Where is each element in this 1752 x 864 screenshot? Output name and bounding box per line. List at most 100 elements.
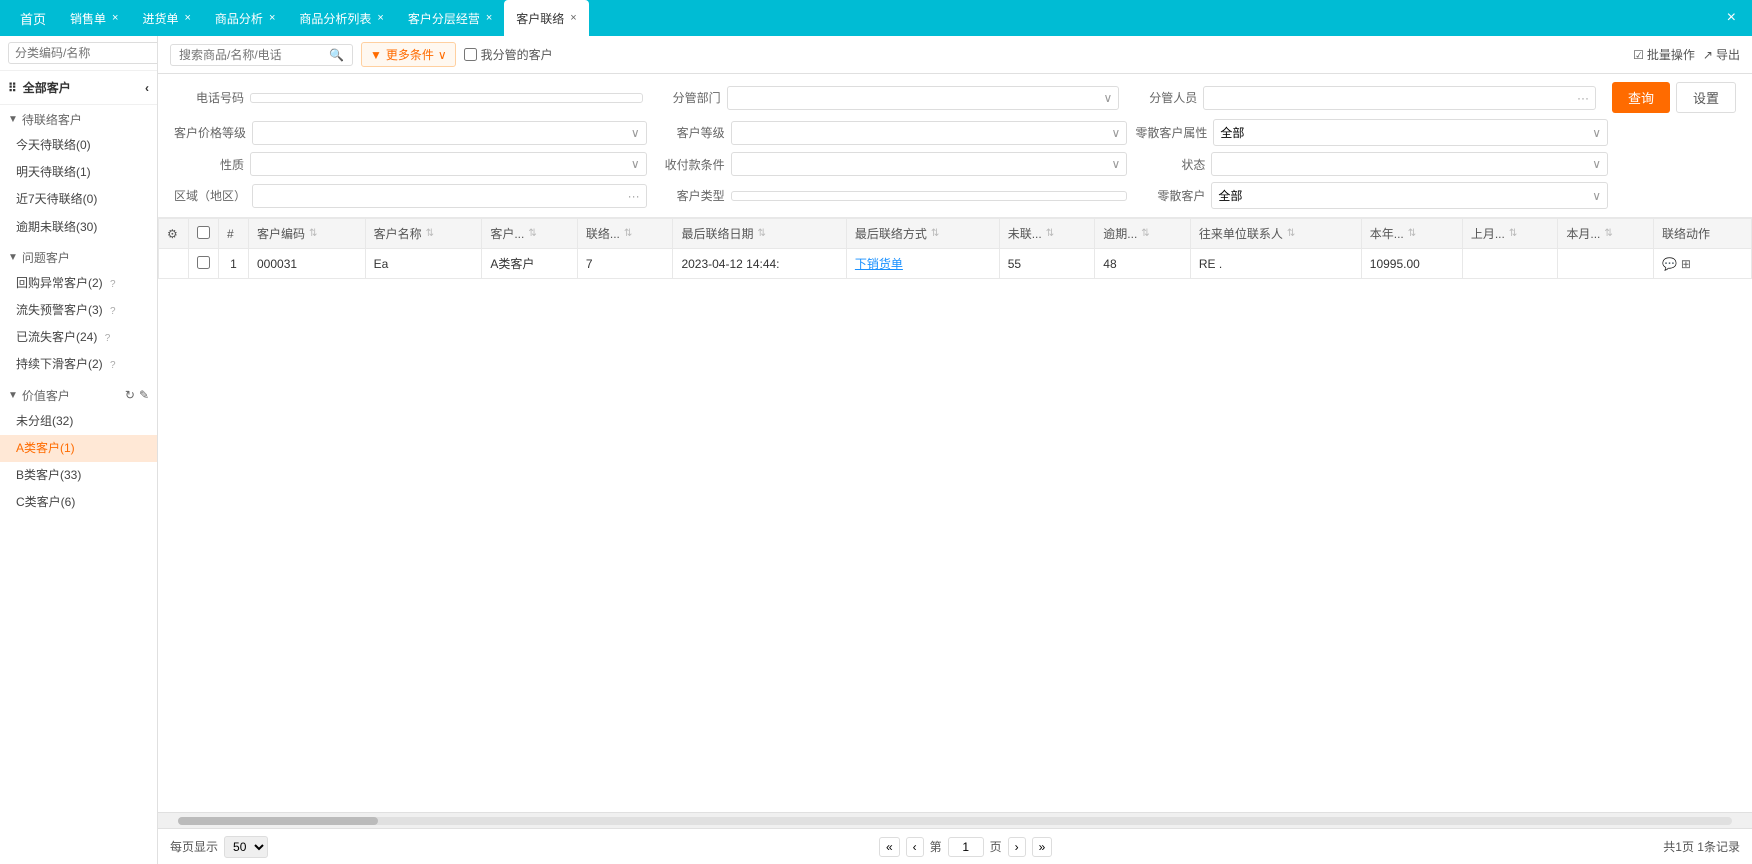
close-icon[interactable]: ×	[377, 12, 383, 24]
sidebar-item-unclassified[interactable]: 未分组(32)	[0, 408, 157, 435]
filter-type-label: 客户类型	[655, 187, 725, 204]
page-size-select[interactable]: 50	[224, 836, 268, 858]
filter-customer-level: 客户等级 ∨	[655, 121, 1128, 145]
sidebar-search-input[interactable]	[8, 42, 158, 64]
sidebar-item-churn-warning[interactable]: 流失预警客户(3) ?	[0, 297, 157, 324]
nav-home[interactable]: 首页	[8, 0, 58, 36]
sort-icon[interactable]: ⇅	[931, 228, 939, 239]
filter-level-select[interactable]: ∨	[731, 121, 1128, 145]
horizontal-scrollbar[interactable]	[158, 812, 1752, 828]
filter-price-select[interactable]: ∨	[252, 121, 647, 145]
close-icon-active[interactable]: ×	[570, 12, 576, 24]
query-button[interactable]: 查询	[1612, 82, 1670, 113]
filter-dept-label: 分管部门	[651, 89, 721, 106]
filter-person-input[interactable]: ···	[1203, 86, 1596, 110]
first-page-button[interactable]: «	[879, 837, 900, 857]
nav-purchase[interactable]: 进货单 ×	[130, 0, 202, 36]
nav-product-analysis-list[interactable]: 商品分析列表 ×	[287, 0, 395, 36]
close-icon[interactable]: ×	[486, 12, 492, 24]
sidebar-item-tomorrow[interactable]: 明天待联络(1)	[0, 159, 157, 186]
sidebar-item-b-class[interactable]: B类客户(33)	[0, 462, 157, 489]
sort-icon[interactable]: ⇅	[757, 228, 765, 239]
sidebar-group-header-pending[interactable]: ▼ 待联络客户	[0, 107, 157, 132]
export-button[interactable]: ↗ 导出	[1703, 46, 1740, 63]
filter-scatter-cust-select[interactable]: 全部 ∨	[1211, 182, 1608, 209]
row-last-method: 下销货单	[846, 249, 999, 279]
sort-icon[interactable]: ⇅	[1408, 228, 1416, 239]
sort-icon[interactable]: ⇅	[1287, 228, 1295, 239]
refresh-icon[interactable]: ↻	[125, 388, 135, 402]
chevron-left-icon: ‹	[145, 81, 149, 95]
sidebar-item-declining[interactable]: 持续下滑客户(2) ?	[0, 351, 157, 378]
help-icon: ?	[110, 279, 116, 290]
sort-icon[interactable]: ⇅	[1604, 228, 1612, 239]
sidebar-item-7days[interactable]: 近7天待联络(0)	[0, 186, 157, 213]
filter-type-input[interactable]	[731, 191, 1128, 201]
select-all-checkbox[interactable]	[197, 226, 210, 239]
sidebar-group-header-problem[interactable]: ▼ 问题客户	[0, 245, 157, 270]
close-icon[interactable]: ×	[269, 12, 275, 24]
filter-row-3: 性质 ∨ 收付款条件 ∨ 状态 ∨	[174, 152, 1736, 176]
table-row: 1 000031 Ea A类客户 7 2023-04-12 14:44: 下销货…	[159, 249, 1752, 279]
filter-row-1: 电话号码 分管部门 ∨ 分管人员 ··· 查询 设置	[174, 82, 1736, 113]
sidebar-item-today[interactable]: 今天待联络(0)	[0, 132, 157, 159]
more-conditions-button[interactable]: ▼ 更多条件 ∨	[361, 42, 456, 67]
advanced-filters: 电话号码 分管部门 ∨ 分管人员 ··· 查询 设置	[158, 74, 1752, 218]
sidebar-item-churned[interactable]: 已流失客户(24) ?	[0, 324, 157, 351]
col-this-year: 本年...⇅	[1361, 219, 1462, 249]
last-page-button[interactable]: »	[1032, 837, 1053, 857]
qr-icon[interactable]: ⊞	[1681, 257, 1691, 271]
sort-icon[interactable]: ⇅	[426, 228, 434, 239]
batch-action-button[interactable]: ☑ 批量操作	[1633, 46, 1695, 63]
my-customers-checkbox-area[interactable]: 我分管的客户	[464, 46, 553, 63]
filter-scatter-select[interactable]: 全部 ∨	[1213, 119, 1608, 146]
sort-icon[interactable]: ⇅	[309, 228, 317, 239]
nav-sales[interactable]: 销售单 ×	[58, 0, 130, 36]
triangle-icon: ▼	[8, 390, 18, 401]
filter-row-4: 区域（地区） ··· 客户类型 零散客户 全部 ∨	[174, 182, 1736, 209]
last-method-link[interactable]: 下销货单	[855, 257, 903, 271]
sidebar-all-customers[interactable]: ⠿ 全部客户 ‹	[0, 71, 157, 105]
page-number-input[interactable]	[948, 837, 984, 857]
sort-icon[interactable]: ⇅	[528, 228, 536, 239]
edit-icon[interactable]: ✎	[139, 388, 149, 402]
nav-customer-contact[interactable]: 客户联络 ×	[504, 0, 588, 36]
sidebar-group-header-value[interactable]: ▼ 价值客户 ↻ ✎	[0, 383, 157, 408]
sidebar-item-a-class[interactable]: A类客户(1)	[0, 435, 157, 462]
scrollbar-thumb[interactable]	[178, 817, 378, 825]
sidebar: 🔍 ⠿ 全部客户 ‹ ▼ 待联络客户 今天待联络(0) 明天待联络(1) 近7天…	[0, 36, 158, 864]
chat-icon[interactable]: 💬	[1662, 257, 1677, 271]
filter-customer-type: 客户类型	[655, 187, 1128, 204]
filter-status-select[interactable]: ∨	[1211, 152, 1608, 176]
batch-icon: ☑	[1633, 48, 1644, 62]
sidebar-item-overdue[interactable]: 逾期未联络(30)	[0, 214, 157, 241]
filter-search-box[interactable]: 🔍	[170, 44, 353, 66]
close-icon[interactable]: ×	[112, 12, 118, 24]
next-page-button[interactable]: ›	[1008, 837, 1026, 857]
my-customers-checkbox[interactable]	[464, 48, 477, 61]
sidebar-item-abnormal[interactable]: 回购异常客户(2) ?	[0, 270, 157, 297]
prev-page-button[interactable]: ‹	[906, 837, 924, 857]
filter-dept-select[interactable]: ∨	[727, 86, 1120, 110]
settings-button[interactable]: 设置	[1676, 82, 1736, 113]
row-checkbox[interactable]	[197, 256, 210, 269]
sort-icon[interactable]: ⇅	[1046, 228, 1054, 239]
filter-payment-select[interactable]: ∨	[731, 152, 1128, 176]
window-close-button[interactable]: ×	[1719, 9, 1744, 27]
nav-customer-segment[interactable]: 客户分层经营 ×	[396, 0, 504, 36]
sort-icon[interactable]: ⇅	[624, 228, 632, 239]
nav-product-analysis[interactable]: 商品分析 ×	[203, 0, 287, 36]
filter-nature-select[interactable]: ∨	[250, 152, 647, 176]
scrollbar-track	[178, 817, 1732, 825]
filter-search-input[interactable]	[179, 48, 329, 62]
row-checkbox-cell[interactable]	[189, 249, 219, 279]
filter-region-input[interactable]: ···	[252, 184, 647, 208]
table-checkbox-header[interactable]	[189, 219, 219, 249]
table-gear-header[interactable]: ⚙	[159, 219, 189, 249]
col-contact-count: 联络...⇅	[577, 219, 673, 249]
sort-icon[interactable]: ⇅	[1141, 228, 1149, 239]
filter-phone-input[interactable]	[250, 93, 643, 103]
sidebar-item-c-class[interactable]: C类客户(6)	[0, 489, 157, 516]
sort-icon[interactable]: ⇅	[1509, 228, 1517, 239]
close-icon[interactable]: ×	[184, 12, 190, 24]
